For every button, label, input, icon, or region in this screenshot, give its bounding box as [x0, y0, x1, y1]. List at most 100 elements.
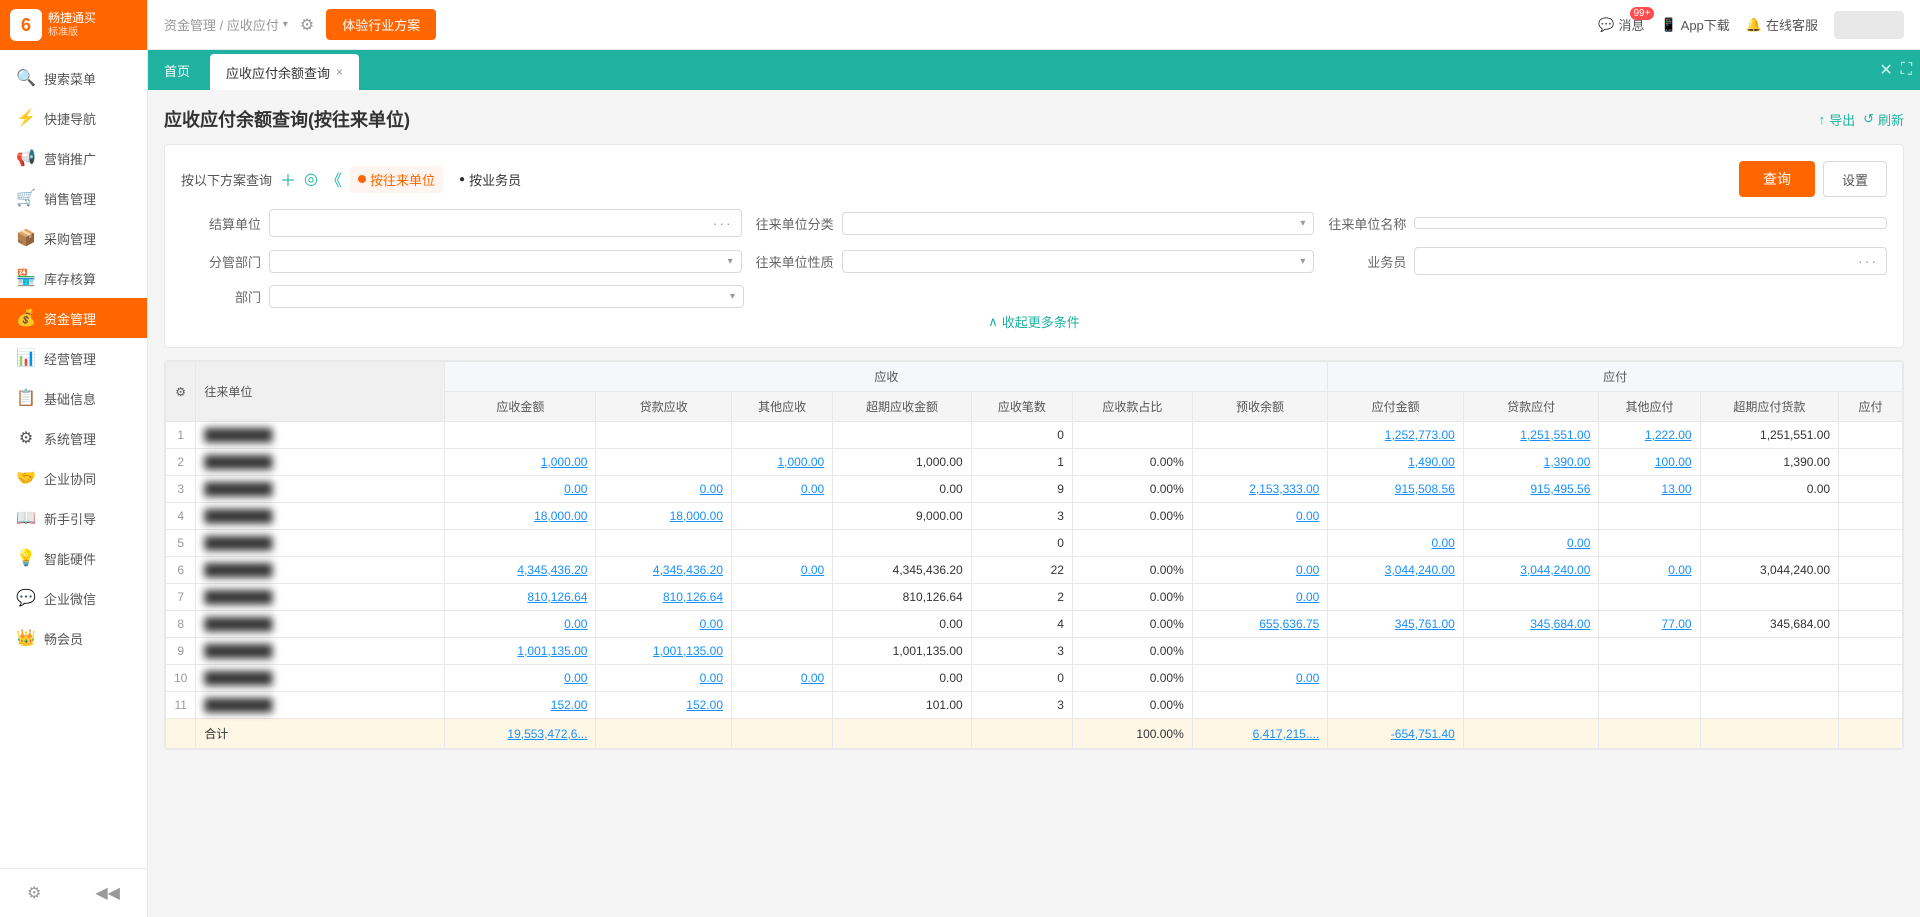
- filter-input-party-type[interactable]: ▾: [842, 212, 1315, 235]
- filter-input-salesperson[interactable]: ···: [1414, 247, 1887, 275]
- row-recv-other[interactable]: [732, 638, 833, 665]
- online-service-action[interactable]: 🔔 在线客服: [1746, 15, 1818, 34]
- row-prepay[interactable]: 2,153,333.00: [1192, 476, 1328, 503]
- sidebar-item-1[interactable]: ⚡快捷导航: [0, 98, 147, 138]
- sidebar-item-9[interactable]: ⚙系统管理: [0, 418, 147, 458]
- sidebar-item-2[interactable]: 📢营销推广: [0, 138, 147, 178]
- row-recv-other[interactable]: [732, 692, 833, 719]
- sidebar-item-13[interactable]: 💬企业微信: [0, 578, 147, 618]
- row-recv-loan[interactable]: 810,126.64: [596, 584, 732, 611]
- row-prepay[interactable]: 0.00: [1192, 665, 1328, 692]
- row-recv-other[interactable]: [732, 503, 833, 530]
- row-prepay[interactable]: 0.00: [1192, 503, 1328, 530]
- row-prepay[interactable]: 0.00: [1192, 584, 1328, 611]
- tab-close-icon[interactable]: ×: [336, 65, 343, 79]
- filter-input-party-name[interactable]: [1414, 217, 1887, 229]
- col-settings-header[interactable]: ⚙: [166, 362, 196, 422]
- row-recv-amt[interactable]: 4,345,436.20: [445, 557, 596, 584]
- filter-settings-icon[interactable]: ◎: [304, 169, 318, 189]
- tab-active[interactable]: 应收应付余额查询 ×: [210, 54, 359, 90]
- sidebar-item-10[interactable]: 🤝企业协同: [0, 458, 147, 498]
- row-recv-amt[interactable]: 0.00: [445, 665, 596, 692]
- row-pay-loan[interactable]: [1463, 584, 1599, 611]
- row-pay-other[interactable]: [1599, 638, 1700, 665]
- settings-button[interactable]: 设置: [1823, 161, 1887, 197]
- filter-input-settlement[interactable]: ···: [269, 209, 742, 237]
- row-prepay[interactable]: [1192, 422, 1328, 449]
- row-recv-loan[interactable]: [596, 449, 732, 476]
- user-avatar[interactable]: [1834, 11, 1904, 39]
- row-pay-other[interactable]: 1,222.00: [1599, 422, 1700, 449]
- row-pay-other[interactable]: 100.00: [1599, 449, 1700, 476]
- messages-action[interactable]: 💬 消息 99+: [1598, 15, 1644, 34]
- row-recv-loan[interactable]: 18,000.00: [596, 503, 732, 530]
- row-recv-other[interactable]: [732, 611, 833, 638]
- tab-home[interactable]: 首页: [148, 50, 206, 90]
- row-pay-amt[interactable]: 1,252,773.00: [1328, 422, 1464, 449]
- row-pay-other[interactable]: 0.00: [1599, 557, 1700, 584]
- row-pay-amt[interactable]: [1328, 692, 1464, 719]
- row-pay-other[interactable]: 77.00: [1599, 611, 1700, 638]
- row-recv-amt[interactable]: [445, 422, 596, 449]
- row-pay-amt[interactable]: [1328, 584, 1464, 611]
- row-prepay[interactable]: 0.00: [1192, 557, 1328, 584]
- row-recv-amt[interactable]: 1,000.00: [445, 449, 596, 476]
- sidebar-item-3[interactable]: 🛒销售管理: [0, 178, 147, 218]
- row-recv-loan[interactable]: 0.00: [596, 665, 732, 692]
- query-button[interactable]: 查询: [1739, 161, 1815, 197]
- row-recv-loan[interactable]: 0.00: [596, 476, 732, 503]
- row-pay-loan[interactable]: 1,390.00: [1463, 449, 1599, 476]
- filter-input-party-nature[interactable]: ▾: [842, 250, 1315, 273]
- row-pay-amt[interactable]: 345,761.00: [1328, 611, 1464, 638]
- row-recv-other[interactable]: 0.00: [732, 557, 833, 584]
- row-prepay[interactable]: [1192, 638, 1328, 665]
- row-recv-other[interactable]: [732, 422, 833, 449]
- row-recv-loan[interactable]: [596, 422, 732, 449]
- filter-option-party[interactable]: 按往来单位: [350, 166, 443, 193]
- filter-input-dept[interactable]: ▾: [269, 250, 742, 273]
- row-pay-amt[interactable]: [1328, 665, 1464, 692]
- row-pay-loan[interactable]: 1,251,551.00: [1463, 422, 1599, 449]
- row-pay-loan[interactable]: 915,495.56: [1463, 476, 1599, 503]
- row-recv-amt[interactable]: [445, 530, 596, 557]
- row-recv-amt[interactable]: 152.00: [445, 692, 596, 719]
- row-recv-other[interactable]: [732, 530, 833, 557]
- sidebar-item-5[interactable]: 🏪库存核算: [0, 258, 147, 298]
- sidebar-item-4[interactable]: 📦采购管理: [0, 218, 147, 258]
- sidebar-item-6[interactable]: 💰资金管理: [0, 298, 147, 338]
- sidebar-item-0[interactable]: 🔍搜索菜单: [0, 58, 147, 98]
- row-recv-loan[interactable]: 1,001,135.00: [596, 638, 732, 665]
- sidebar-item-14[interactable]: 👑畅会员: [0, 618, 147, 658]
- row-pay-other[interactable]: [1599, 584, 1700, 611]
- sidebar-settings-icon[interactable]: ⚙: [19, 879, 49, 907]
- row-pay-other[interactable]: [1599, 503, 1700, 530]
- header-gear-icon[interactable]: ⚙: [300, 15, 314, 35]
- row-pay-amt[interactable]: 1,490.00: [1328, 449, 1464, 476]
- row-recv-amt[interactable]: 18,000.00: [445, 503, 596, 530]
- filter-input-division[interactable]: ▾: [269, 285, 744, 308]
- row-pay-loan[interactable]: 0.00: [1463, 530, 1599, 557]
- row-prepay[interactable]: [1192, 530, 1328, 557]
- sidebar-item-7[interactable]: 📊经营管理: [0, 338, 147, 378]
- row-pay-loan[interactable]: [1463, 638, 1599, 665]
- tab-close-window-icon[interactable]: ✕: [1879, 60, 1892, 80]
- tab-maximize-icon[interactable]: ⛶: [1901, 61, 1912, 79]
- row-recv-other[interactable]: 0.00: [732, 476, 833, 503]
- sidebar-item-11[interactable]: 📖新手引导: [0, 498, 147, 538]
- row-prepay[interactable]: [1192, 449, 1328, 476]
- row-prepay[interactable]: [1192, 692, 1328, 719]
- row-recv-loan[interactable]: 4,345,436.20: [596, 557, 732, 584]
- row-pay-loan[interactable]: 345,684.00: [1463, 611, 1599, 638]
- row-recv-amt[interactable]: 1,001,135.00: [445, 638, 596, 665]
- export-button[interactable]: ↑ 导出: [1819, 110, 1856, 129]
- filter-add-icon[interactable]: ＋: [280, 167, 296, 191]
- row-prepay[interactable]: 655,636.75: [1192, 611, 1328, 638]
- row-pay-amt[interactable]: 0.00: [1328, 530, 1464, 557]
- row-recv-other[interactable]: 0.00: [732, 665, 833, 692]
- row-pay-amt[interactable]: 915,508.56: [1328, 476, 1464, 503]
- row-recv-amt[interactable]: 0.00: [445, 611, 596, 638]
- row-recv-loan[interactable]: 152.00: [596, 692, 732, 719]
- row-recv-other[interactable]: [732, 584, 833, 611]
- row-pay-other[interactable]: [1599, 692, 1700, 719]
- row-recv-loan[interactable]: [596, 530, 732, 557]
